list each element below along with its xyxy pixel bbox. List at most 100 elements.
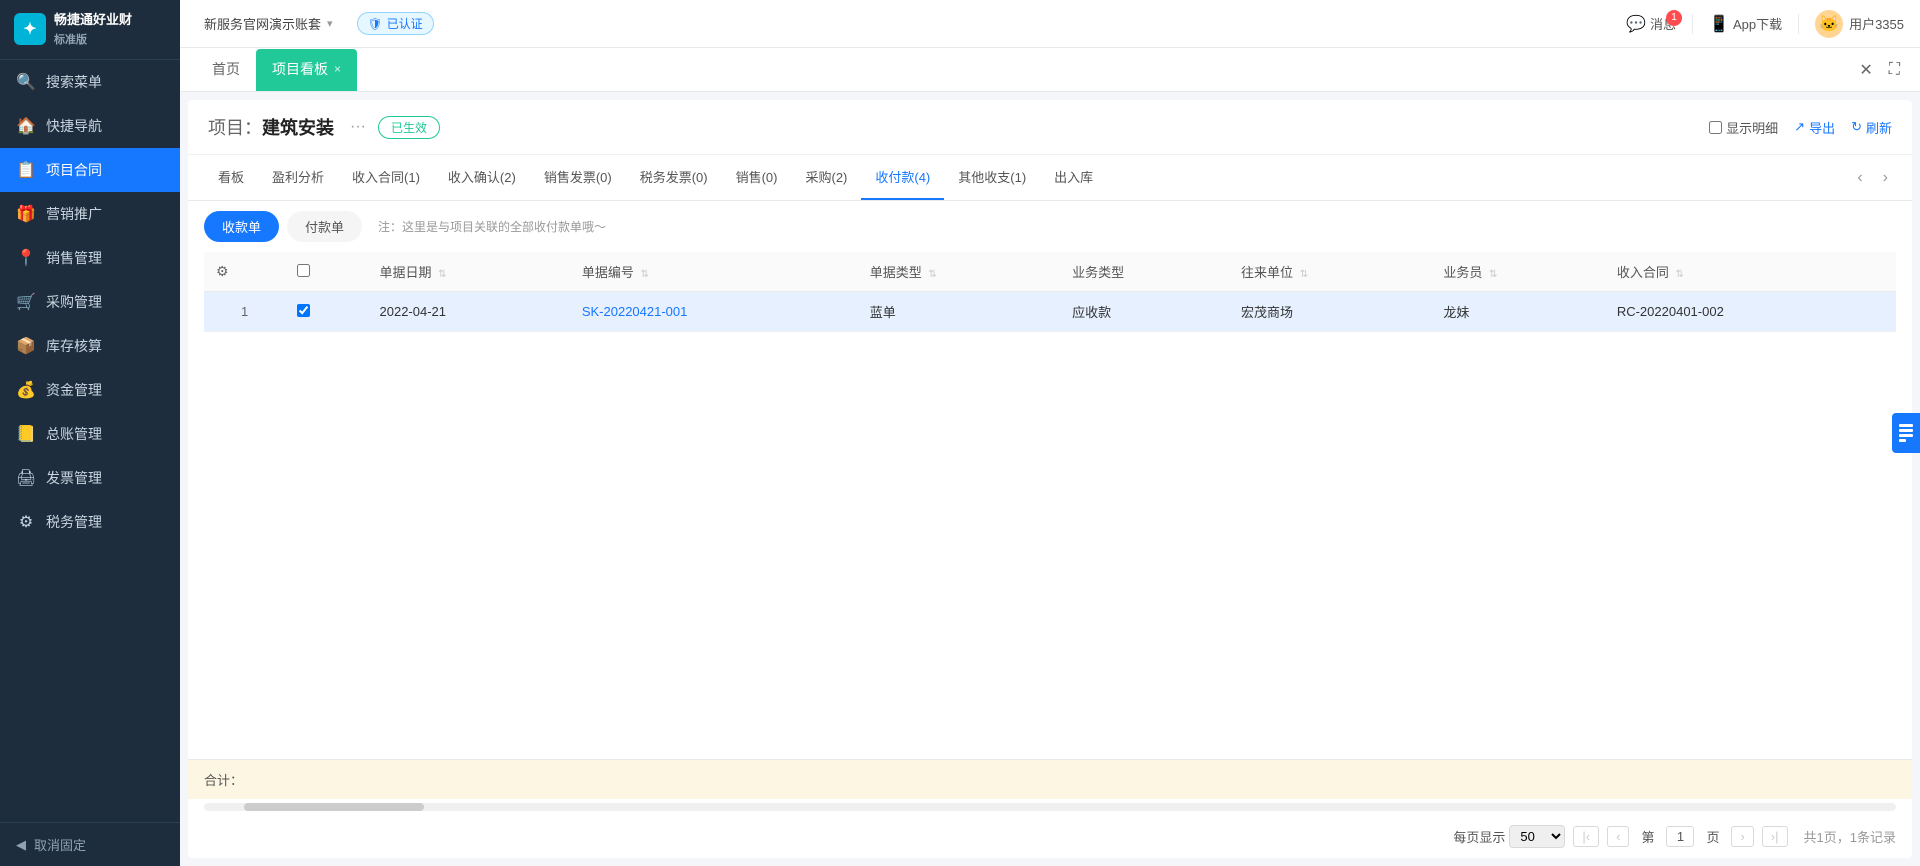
inventory-icon: 📦 <box>16 336 36 356</box>
subtab-other[interactable]: 其他收支(1) <box>944 155 1040 200</box>
unpin-icon: ◀ <box>16 837 26 853</box>
table-row[interactable]: 1 2022-04-21 SK-20220421-001 蓝单 应收款 宏茂商场 <box>204 292 1896 332</box>
subtab-payment[interactable]: 收付款(4) <box>861 155 944 200</box>
th-salesperson-label: 业务员 <box>1443 265 1482 280</box>
subtabs-next-button[interactable]: › <box>1875 165 1896 191</box>
table-header-row: ⚙ 单据日期 ⇅ 单据编号 ⇅ <box>204 252 1896 292</box>
sidebar-item-label: 发票管理 <box>46 468 102 488</box>
show-detail-label: 显示明细 <box>1726 118 1778 137</box>
row-number[interactable]: SK-20220421-001 <box>570 292 858 332</box>
maximize-window-button[interactable]: ⛶ <box>1885 56 1904 84</box>
sidebar-item-search[interactable]: 🔍 搜索菜单 <box>0 60 180 104</box>
subtab-sales[interactable]: 销售(0) <box>722 155 792 200</box>
subtab-income-contract[interactable]: 收入合同(1) <box>338 155 434 200</box>
payment-filter-button[interactable]: 付款单 <box>287 211 362 242</box>
content-area: 项目：建筑安装 ··· 已生效 显示明细 ↗ 导出 ↻ 刷新 <box>188 100 1912 858</box>
close-tab-icon[interactable]: × <box>334 62 341 76</box>
project-header: 项目：建筑安装 ··· 已生效 显示明细 ↗ 导出 ↻ 刷新 <box>188 100 1912 155</box>
sidebar-item-quicknav[interactable]: 🏠 快捷导航 <box>0 104 180 148</box>
th-partner[interactable]: 往来单位 ⇅ <box>1229 252 1431 292</box>
subtab-purchase[interactable]: 采购(2) <box>791 155 861 200</box>
shield-icon: 🛡 <box>368 17 383 31</box>
export-icon: ↗ <box>1794 119 1805 135</box>
sort-partner-icon: ⇅ <box>1300 269 1308 280</box>
close-window-button[interactable]: ✕ <box>1855 56 1876 84</box>
row-partner: 宏茂商场 <box>1229 292 1431 332</box>
sidebar-menu: 🔍 搜索菜单 🏠 快捷导航 📋 项目合同 🎁 营销推广 📍 销售管理 🛒 采购管… <box>0 60 180 822</box>
last-page-button[interactable]: ›| <box>1762 826 1788 847</box>
show-detail-checkbox[interactable]: 显示明细 <box>1709 118 1778 137</box>
horizontal-scrollbar-thumb[interactable] <box>244 803 424 811</box>
subtabs-prev-button[interactable]: ‹ <box>1849 165 1870 191</box>
subtab-income-confirm[interactable]: 收入确认(2) <box>434 155 530 200</box>
page-suffix: 页 <box>1706 827 1719 846</box>
search-icon: 🔍 <box>16 72 36 92</box>
th-contract[interactable]: 收入合同 ⇅ <box>1605 252 1896 292</box>
th-date-label: 单据日期 <box>380 265 432 280</box>
select-all-checkbox[interactable] <box>297 264 310 277</box>
user-name: 用户3355 <box>1849 14 1904 33</box>
certified-text: 已认证 <box>387 15 423 32</box>
show-detail-input[interactable] <box>1709 121 1722 134</box>
next-page-button[interactable]: › <box>1731 826 1753 847</box>
project-name: 建筑安装 <box>262 118 334 138</box>
tab-project-board[interactable]: 项目看板 × <box>256 49 357 91</box>
sidebar-item-marketing[interactable]: 🎁 营销推广 <box>0 192 180 236</box>
sidebar-item-contract[interactable]: 📋 项目合同 <box>0 148 180 192</box>
sidebar-item-invoice[interactable]: 🖨 发票管理 <box>0 456 180 500</box>
th-salesperson[interactable]: 业务员 ⇅ <box>1431 252 1604 292</box>
th-date[interactable]: 单据日期 ⇅ <box>368 252 570 292</box>
sidebar: ✦ 畅捷通好业财 标准版 🔍 搜索菜单 🏠 快捷导航 📋 项目合同 🎁 营销推广… <box>0 0 180 866</box>
project-actions: 显示明细 ↗ 导出 ↻ 刷新 <box>1709 118 1892 137</box>
row-checkbox[interactable] <box>297 304 310 317</box>
th-number-label: 单据编号 <box>582 265 634 280</box>
tabbar: 首页 项目看板 × ✕ ⛶ <box>180 48 1920 92</box>
right-float-feedback-button[interactable] <box>1892 413 1920 453</box>
tab-home[interactable]: 首页 <box>196 49 256 91</box>
subtab-profit[interactable]: 盈利分析 <box>258 155 338 200</box>
th-type[interactable]: 单据类型 ⇅ <box>858 252 1060 292</box>
export-button[interactable]: ↗ 导出 <box>1794 118 1835 137</box>
unpin-sidebar-button[interactable]: ◀ 取消固定 <box>0 822 180 866</box>
th-contract-label: 收入合同 <box>1617 265 1669 280</box>
th-number[interactable]: 单据编号 ⇅ <box>570 252 858 292</box>
sidebar-item-label: 营销推广 <box>46 204 102 224</box>
avatar: 🐱 <box>1815 10 1843 38</box>
sidebar-item-purchase[interactable]: 🛒 采购管理 <box>0 280 180 324</box>
home-icon: 🏠 <box>16 116 36 136</box>
sidebar-item-ledger[interactable]: 📒 总账管理 <box>0 412 180 456</box>
topbar: 新服务官网演示账套 ▾ 🛡 已认证 💬 消息 1 📱 App下载 🐱 用 <box>180 0 1920 48</box>
first-page-button[interactable]: |‹ <box>1573 826 1599 847</box>
sidebar-item-capital[interactable]: 💰 资金管理 <box>0 368 180 412</box>
page-size-selector[interactable]: 每页显示 50 10 20 100 <box>1453 825 1565 848</box>
horizontal-scrollbar-track[interactable] <box>204 803 1896 811</box>
sidebar-item-sales[interactable]: 📍 销售管理 <box>0 236 180 280</box>
subtab-kanban[interactable]: 看板 <box>204 155 258 200</box>
subtab-purchase-label: 采购(2) <box>805 170 847 185</box>
account-selector[interactable]: 新服务官网演示账套 ▾ <box>196 10 341 37</box>
row-date: 2022-04-21 <box>368 292 570 332</box>
app-download-button[interactable]: 📱 App下载 <box>1709 14 1782 34</box>
subtab-sales-label: 销售(0) <box>736 170 778 185</box>
subtab-sales-invoice[interactable]: 销售发票(0) <box>530 155 626 200</box>
row-type: 蓝单 <box>858 292 1060 332</box>
filter-note: 注：这里是与项目关联的全部收付款单哦～ <box>378 218 606 235</box>
subtab-storage[interactable]: 出入库 <box>1040 155 1107 200</box>
receipt-filter-button[interactable]: 收款单 <box>204 211 279 242</box>
sidebar-item-tax[interactable]: ⚙ 税务管理 <box>0 500 180 544</box>
sidebar-item-inventory[interactable]: 📦 库存核算 <box>0 324 180 368</box>
messages-button[interactable]: 💬 消息 1 <box>1626 14 1676 34</box>
total-label: 合计： <box>204 773 243 788</box>
prev-page-button[interactable]: ‹ <box>1607 826 1629 847</box>
refresh-button[interactable]: ↻ 刷新 <box>1851 118 1892 137</box>
th-settings: ⚙ <box>204 252 285 292</box>
refresh-icon: ↻ <box>1851 119 1862 135</box>
capital-icon: 💰 <box>16 380 36 400</box>
divider2 <box>1798 14 1799 34</box>
user-menu[interactable]: 🐱 用户3355 <box>1815 10 1904 38</box>
project-more-button[interactable]: ··· <box>350 118 366 136</box>
subtab-tax-invoice[interactable]: 税务发票(0) <box>626 155 722 200</box>
column-settings-button[interactable]: ⚙ <box>216 263 229 280</box>
per-page-select[interactable]: 50 10 20 100 <box>1509 825 1565 848</box>
row-number-link[interactable]: SK-20220421-001 <box>582 304 688 319</box>
